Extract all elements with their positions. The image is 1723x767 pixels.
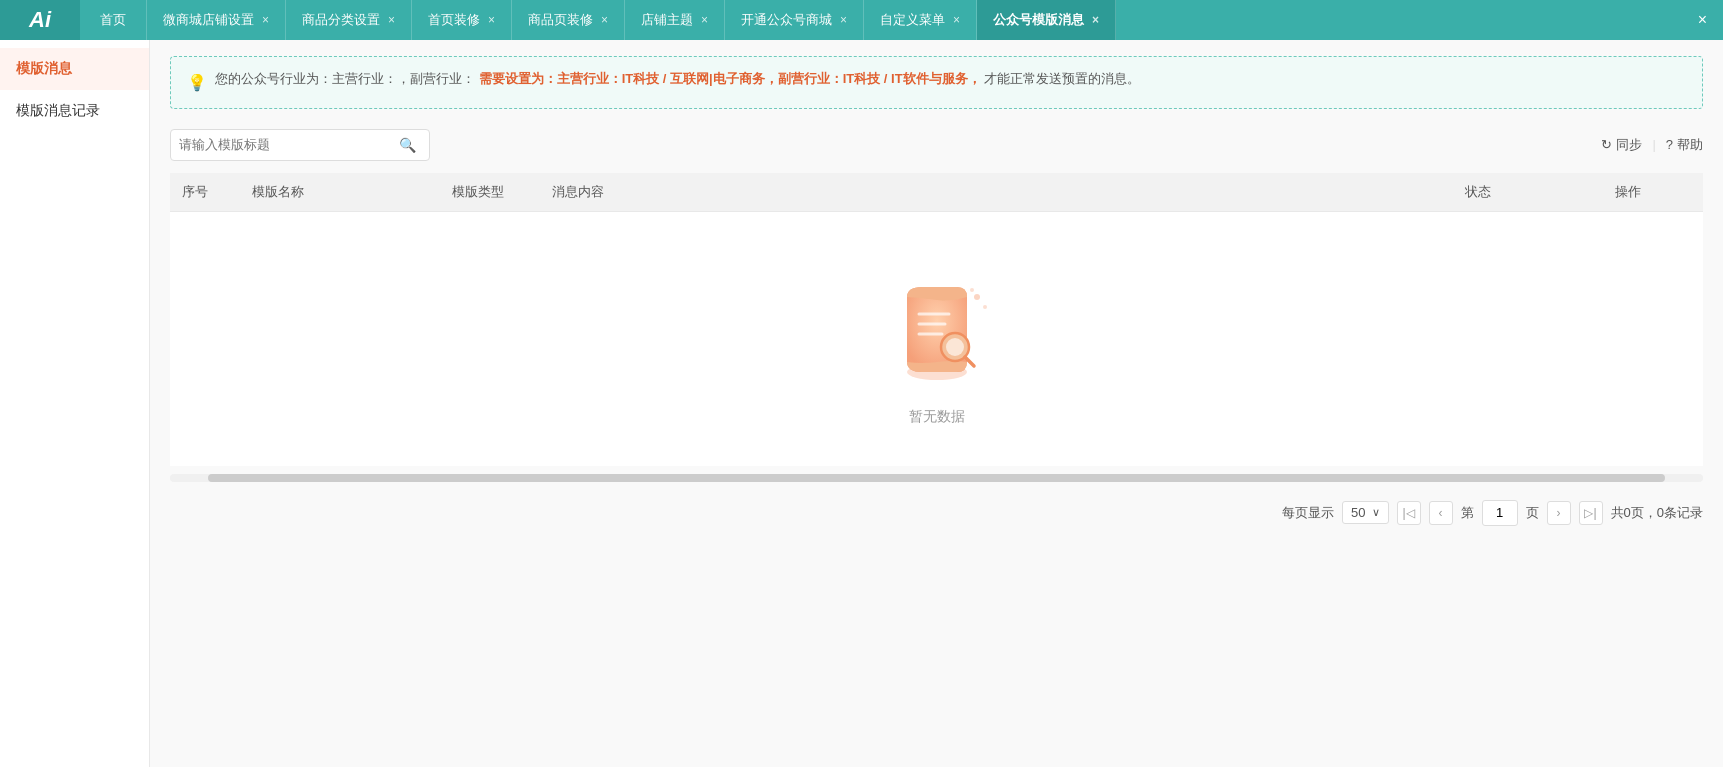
empty-state: 暂无数据	[170, 212, 1703, 466]
search-input-wrap[interactable]: 🔍	[170, 129, 430, 161]
content-area: 💡 您的公众号行业为：主营行业：，副营行业： 需要设置为：主营行业：IT科技 /…	[150, 40, 1723, 767]
nav-tab-home-label: 首页	[100, 11, 126, 29]
help-icon: ?	[1666, 137, 1673, 152]
col-status: 状态	[1453, 173, 1603, 212]
logo: Ai	[0, 0, 80, 40]
nav-tab-micro-shop[interactable]: 微商城店铺设置 ×	[147, 0, 286, 40]
pagination: 每页显示 50 ∨ |◁ ‹ 第 页 › ▷| 共0页，0条记录	[170, 490, 1703, 536]
svg-point-7	[974, 294, 980, 300]
scroll-bar-thumb	[208, 474, 1664, 482]
prev-page-button[interactable]: ‹	[1429, 501, 1453, 525]
close-home-decor-icon[interactable]: ×	[488, 13, 495, 27]
nav-tab-home-decor-label: 首页装修	[428, 11, 480, 29]
search-bar: 🔍 ↻ 同步 | ? 帮助	[170, 129, 1703, 161]
nav-tab-template-msg[interactable]: 公众号模版消息 ×	[977, 0, 1116, 40]
first-page-icon: |◁	[1402, 506, 1414, 520]
sync-icon: ↻	[1601, 137, 1612, 152]
last-page-icon: ▷|	[1584, 506, 1596, 520]
nav-tab-custom-menu[interactable]: 自定义菜单 ×	[864, 0, 977, 40]
next-page-button[interactable]: ›	[1547, 501, 1571, 525]
first-page-button[interactable]: |◁	[1397, 501, 1421, 525]
svg-point-5	[946, 338, 964, 356]
nav-tab-home[interactable]: 首页	[80, 0, 147, 40]
notice-banner: 💡 您的公众号行业为：主营行业：，副营行业： 需要设置为：主营行业：IT科技 /…	[170, 56, 1703, 109]
sidebar-item-template-msg[interactable]: 模版消息	[0, 48, 149, 90]
close-open-mall-icon[interactable]: ×	[840, 13, 847, 27]
page-input[interactable]	[1482, 500, 1518, 526]
scroll-bar-area[interactable]	[170, 474, 1703, 482]
col-content: 消息内容	[540, 173, 1453, 212]
search-actions: ↻ 同步 | ? 帮助	[1601, 136, 1703, 154]
sidebar-item-template-record[interactable]: 模版消息记录	[0, 90, 149, 132]
table-body: 暂无数据	[170, 211, 1703, 466]
svg-point-9	[970, 288, 974, 292]
close-custom-menu-icon[interactable]: ×	[953, 13, 960, 27]
nav-tab-template-msg-label: 公众号模版消息	[993, 11, 1084, 29]
top-navigation: Ai 首页 微商城店铺设置 × 商品分类设置 × 首页装修 × 商品页装修 × …	[0, 0, 1723, 40]
page-unit: 页	[1526, 504, 1539, 522]
search-input[interactable]	[179, 137, 399, 152]
notice-highlight: 需要设置为：主营行业：IT科技 / 互联网|电子商务，副营行业：IT科技 / I…	[479, 71, 981, 86]
next-page-icon: ›	[1557, 506, 1561, 520]
close-shop-theme-icon[interactable]: ×	[701, 13, 708, 27]
nav-tab-category[interactable]: 商品分类设置 ×	[286, 0, 412, 40]
search-icon[interactable]: 🔍	[399, 137, 416, 153]
empty-row: 暂无数据	[170, 211, 1703, 466]
close-template-msg-icon[interactable]: ×	[1092, 13, 1099, 27]
help-button[interactable]: ? 帮助	[1666, 136, 1703, 154]
last-page-button[interactable]: ▷|	[1579, 501, 1603, 525]
page-label: 第	[1461, 504, 1474, 522]
nav-tab-open-mall-label: 开通公众号商城	[741, 11, 832, 29]
sync-button[interactable]: ↻ 同步	[1601, 136, 1642, 154]
prev-page-icon: ‹	[1439, 506, 1443, 520]
notice-text: 您的公众号行业为：主营行业：，副营行业： 需要设置为：主营行业：IT科技 / 互…	[215, 69, 1140, 90]
nav-tab-shop-theme-label: 店铺主题	[641, 11, 693, 29]
main-layout: 模版消息 模版消息记录 💡 您的公众号行业为：主营行业：，副营行业： 需要设置为…	[0, 40, 1723, 767]
nav-tab-home-decor[interactable]: 首页装修 ×	[412, 0, 512, 40]
nav-tab-product-decor[interactable]: 商品页装修 ×	[512, 0, 625, 40]
svg-point-8	[983, 305, 987, 309]
col-action: 操作	[1603, 173, 1703, 212]
nav-tab-custom-menu-label: 自定义菜单	[880, 11, 945, 29]
close-product-decor-icon[interactable]: ×	[601, 13, 608, 27]
table-header: 序号 模版名称 模版类型 消息内容 状态 操作	[170, 173, 1703, 212]
empty-icon	[877, 272, 997, 392]
nav-tab-category-label: 商品分类设置	[302, 11, 380, 29]
page-size-label: 每页显示	[1282, 504, 1334, 522]
notice-icon: 💡	[187, 70, 207, 96]
nav-tab-micro-shop-label: 微商城店铺设置	[163, 11, 254, 29]
empty-text: 暂无数据	[909, 408, 965, 426]
chevron-down-icon: ∨	[1372, 506, 1380, 519]
total-info: 共0页，0条记录	[1611, 504, 1703, 522]
col-type: 模版类型	[440, 173, 540, 212]
close-category-icon[interactable]: ×	[388, 13, 395, 27]
nav-tab-product-decor-label: 商品页装修	[528, 11, 593, 29]
col-name: 模版名称	[240, 173, 440, 212]
page-size-value: 50	[1351, 505, 1365, 520]
nav-tab-shop-theme[interactable]: 店铺主题 ×	[625, 0, 725, 40]
sidebar: 模版消息 模版消息记录	[0, 40, 150, 767]
close-all-tabs-button[interactable]: ×	[1682, 0, 1723, 40]
close-micro-shop-icon[interactable]: ×	[262, 13, 269, 27]
divider: |	[1652, 137, 1655, 152]
col-index: 序号	[170, 173, 240, 212]
data-table: 序号 模版名称 模版类型 消息内容 状态 操作	[170, 173, 1703, 466]
page-size-select[interactable]: 50 ∨	[1342, 501, 1388, 524]
nav-tab-open-mall[interactable]: 开通公众号商城 ×	[725, 0, 864, 40]
